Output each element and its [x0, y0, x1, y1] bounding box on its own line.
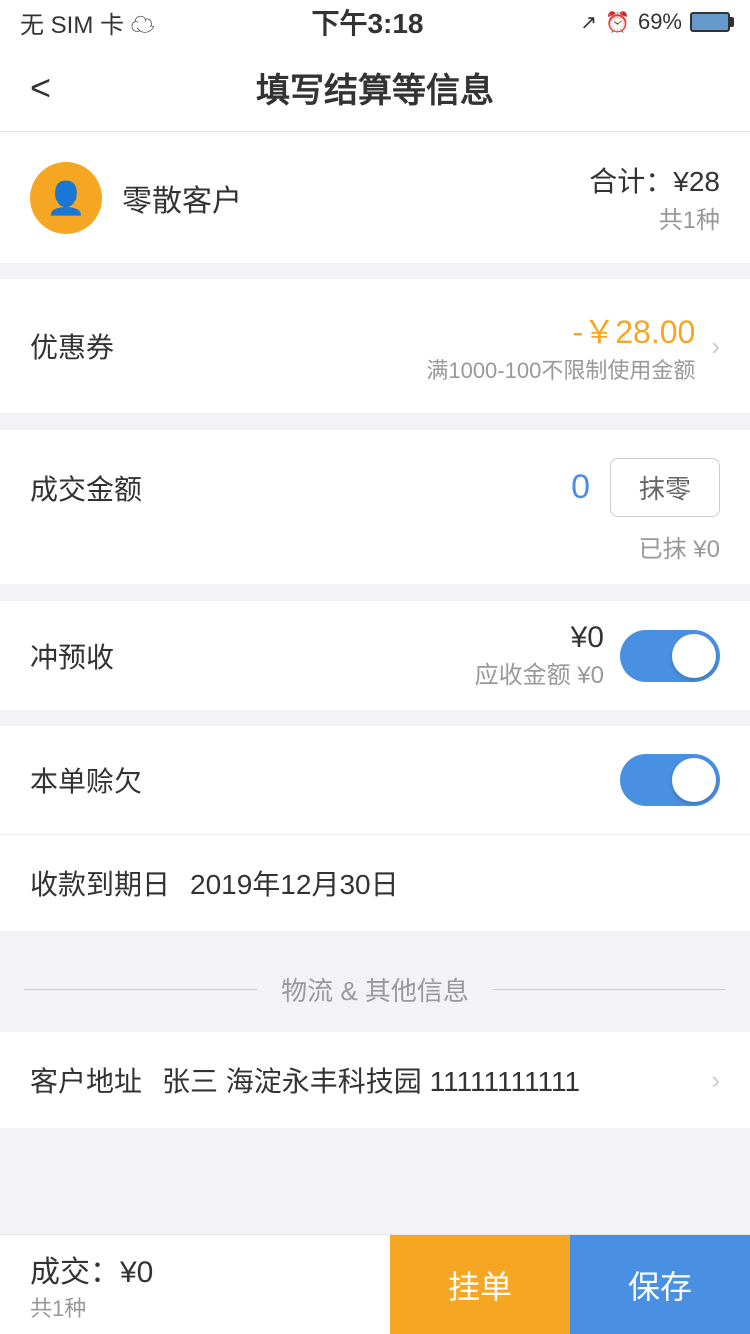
bottom-deal-label: 成交： — [30, 1256, 120, 1289]
bottom-deal-value: ¥0 — [120, 1256, 153, 1289]
pre-receive-row: 冲预收 ¥0 应收金额 ¥0 — [0, 600, 750, 710]
pre-receive-label: 冲预收 — [30, 636, 114, 676]
customer-left: 👤 零散客户 — [30, 162, 242, 234]
deal-amount-value[interactable]: 0 — [550, 468, 590, 507]
logistics-divider: 物流 & 其他信息 — [0, 947, 750, 1032]
pending-button[interactable]: 挂单 — [390, 1235, 570, 1334]
total-amount: 合计：¥28 — [589, 160, 720, 200]
debt-toggle[interactable] — [620, 754, 720, 806]
bottom-count: 共1种 — [30, 1291, 360, 1323]
divider-line-left — [24, 989, 257, 990]
bottom-bar: 成交：¥0 共1种 挂单 保存 — [0, 1234, 750, 1334]
coupon-card: 优惠券 -￥28.00 满1000-100不限制使用金额 › — [0, 279, 750, 414]
pre-receive-sub: 应收金额 ¥0 — [475, 655, 604, 690]
avatar-icon: 👤 — [46, 179, 86, 217]
pre-receive-main: ¥0 — [475, 621, 604, 655]
pre-receive-right: ¥0 应收金额 ¥0 — [475, 621, 720, 690]
deal-amount-label: 成交金额 — [30, 468, 142, 508]
coupon-chevron-icon: › — [711, 331, 720, 362]
back-button[interactable]: < — [30, 67, 51, 109]
alarm-icon: ⏰ — [605, 10, 630, 35]
pre-receive-value-group: ¥0 应收金额 ¥0 — [475, 621, 604, 690]
coupon-label: 优惠券 — [30, 326, 114, 366]
round-button[interactable]: 抹零 — [610, 458, 720, 517]
coupon-amount: -￥28.00 — [426, 307, 695, 353]
status-time: 下午3:18 — [311, 2, 423, 42]
debt-date-row[interactable]: 收款到期日 2019年12月30日 — [0, 835, 750, 931]
divider-line-right — [493, 989, 726, 990]
already-rounded-text: 已抹 ¥0 — [30, 529, 720, 564]
due-date-value: 2019年12月30日 — [190, 863, 399, 903]
deal-input-area: 0 抹零 — [550, 458, 720, 517]
logistics-wrapper: 物流 & 其他信息 客户地址 张三 海淀永丰科技园 11111111111 › — [0, 947, 750, 1128]
bottom-info: 成交：¥0 共1种 — [0, 1247, 390, 1323]
debt-row: 本单赊欠 — [0, 726, 750, 835]
battery-text: 69% — [638, 9, 682, 35]
coupon-desc: 满1000-100不限制使用金额 — [426, 353, 695, 385]
deal-amount-row: 成交金额 0 抹零 — [30, 458, 720, 517]
customer-total: 合计：¥28 共1种 — [589, 160, 720, 235]
pre-receive-toggle[interactable] — [620, 630, 720, 682]
customer-row[interactable]: 👤 零散客户 合计：¥28 共1种 — [0, 132, 750, 263]
content: 👤 零散客户 合计：¥28 共1种 优惠券 -￥28.00 满1000-100不… — [0, 132, 750, 1248]
page-title: 填写结算等信息 — [256, 63, 494, 112]
deal-amount-section: 成交金额 0 抹零 已抹 ¥0 — [0, 430, 750, 584]
coupon-right: -￥28.00 满1000-100不限制使用金额 › — [426, 307, 720, 385]
customer-avatar: 👤 — [30, 162, 102, 234]
logistics-title: 物流 & 其他信息 — [281, 971, 469, 1008]
sim-status: 无 SIM 卡 ☁ — [20, 5, 155, 40]
address-row[interactable]: 客户地址 张三 海淀永丰科技园 11111111111 › — [0, 1032, 750, 1128]
coupon-row[interactable]: 优惠券 -￥28.00 满1000-100不限制使用金额 › — [0, 279, 750, 414]
address-chevron-icon: › — [711, 1065, 720, 1096]
save-button[interactable]: 保存 — [570, 1235, 750, 1334]
address-value: 张三 海淀永丰科技园 11111111111 — [162, 1060, 711, 1100]
status-bar: 无 SIM 卡 ☁ 下午3:18 ↗ ⏰ 69% — [0, 0, 750, 44]
debt-label: 本单赊欠 — [30, 760, 142, 800]
bottom-deal-line: 成交：¥0 — [30, 1247, 360, 1291]
nav-bar: < 填写结算等信息 — [0, 44, 750, 132]
customer-name: 零散客户 — [122, 176, 242, 220]
status-right: ↗ ⏰ 69% — [580, 9, 730, 35]
status-left: 无 SIM 卡 ☁ — [20, 5, 155, 40]
coupon-value-group: -￥28.00 满1000-100不限制使用金额 — [426, 307, 695, 385]
address-label: 客户地址 — [30, 1060, 142, 1100]
debt-toggle-knob — [672, 758, 716, 802]
location-icon: ↗ — [580, 10, 597, 35]
due-date-label: 收款到期日 — [30, 863, 170, 903]
toggle-knob — [672, 634, 716, 678]
debt-section: 本单赊欠 收款到期日 2019年12月30日 — [0, 726, 750, 931]
battery-icon — [690, 12, 730, 32]
total-count: 共1种 — [589, 200, 720, 235]
